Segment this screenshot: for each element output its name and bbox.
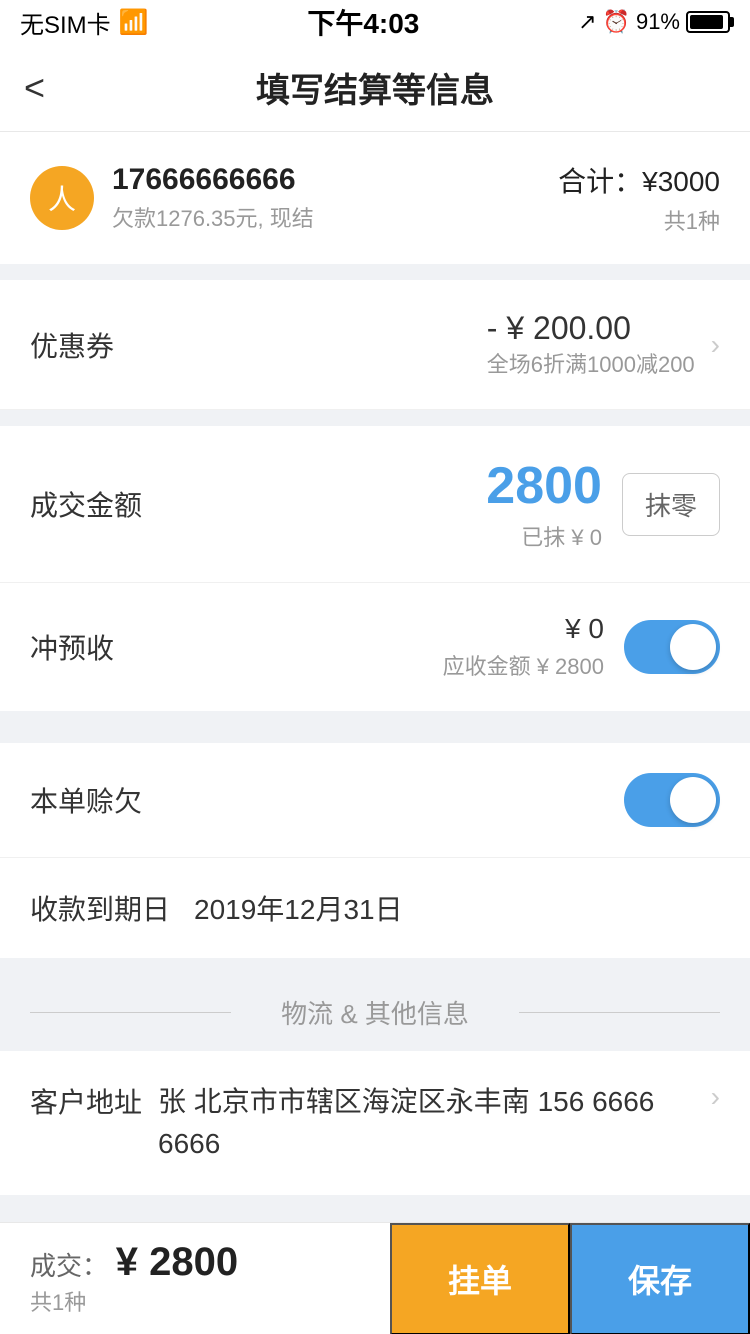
prepay-toggle[interactable] bbox=[624, 620, 720, 674]
duedate-row: 收款到期日 2019年12月31日 bbox=[0, 857, 750, 958]
logistics-line-right bbox=[519, 1012, 720, 1013]
logistics-line-left bbox=[30, 1012, 231, 1013]
wifi-icon: 📶 bbox=[119, 8, 149, 37]
total-amount: 合计：¥3000 bbox=[558, 160, 720, 200]
customer-phone: 17666666666 bbox=[112, 163, 314, 197]
page-title: 填写结算等信息 bbox=[256, 63, 494, 112]
deal-amount-row: 成交金额 2800 已抹 ¥ 0 抹零 bbox=[0, 426, 750, 582]
bottom-bar: 成交： ¥ 2800 共1种 挂单 保存 bbox=[0, 1222, 750, 1334]
duedate-value: 2019年12月31日 bbox=[194, 888, 403, 928]
coupon-amount: - ¥ 200.00 bbox=[487, 310, 695, 347]
customer-right: 合计：¥3000 共1种 bbox=[558, 160, 720, 236]
status-time: 下午4:03 bbox=[307, 2, 419, 42]
round-zero-button[interactable]: 抹零 bbox=[622, 473, 720, 536]
address-chevron-icon: › bbox=[711, 1081, 720, 1113]
address-row[interactable]: 客户地址 张 北京市市辖区海淀区永丰南 156 6666 6666 › bbox=[0, 1051, 750, 1195]
bottom-deal-amount: ¥ 2800 bbox=[116, 1240, 238, 1284]
deal-amount-sub: 已抹 ¥ 0 bbox=[486, 520, 602, 552]
header: < 填写结算等信息 bbox=[0, 44, 750, 132]
section-divider-1 bbox=[0, 410, 750, 426]
back-button[interactable]: < bbox=[24, 67, 45, 109]
status-right: ↗ ⏰ 91% bbox=[578, 9, 730, 35]
avatar-text: 人 bbox=[48, 178, 76, 218]
customer-note: 欠款1276.35元, 现结 bbox=[112, 201, 314, 233]
save-button[interactable]: 保存 bbox=[570, 1223, 750, 1334]
status-bar: 无SIM卡 📶 下午4:03 ↗ ⏰ 91% bbox=[0, 0, 750, 44]
logistics-label: 物流 & 其他信息 bbox=[281, 994, 469, 1031]
overdue-row: 本单赊欠 bbox=[0, 743, 750, 857]
content: 人 17666666666 欠款1276.35元, 现结 合计：¥3000 共1… bbox=[0, 132, 750, 1315]
prepay-amount: ¥ 0 bbox=[443, 613, 604, 645]
customer-info: 17666666666 欠款1276.35元, 现结 bbox=[112, 163, 314, 233]
overdue-label: 本单赊欠 bbox=[30, 780, 142, 820]
coupon-desc: 全场6折满1000减200 bbox=[487, 347, 695, 379]
alarm-icon: ⏰ bbox=[603, 9, 630, 35]
pending-button[interactable]: 挂单 bbox=[390, 1223, 570, 1334]
coupon-right: - ¥ 200.00 全场6折满1000减200 › bbox=[487, 310, 720, 379]
coupon-row[interactable]: 优惠券 - ¥ 200.00 全场6折满1000减200 › bbox=[0, 280, 750, 410]
bottom-deal-count: 共1种 bbox=[30, 1285, 360, 1317]
bottom-left: 成交： ¥ 2800 共1种 bbox=[0, 1240, 390, 1317]
logistics-divider: 物流 & 其他信息 bbox=[0, 974, 750, 1051]
battery-percent: 91% bbox=[636, 9, 680, 35]
prepay-right: ¥ 0 应收金额 ¥ 2800 bbox=[443, 613, 720, 681]
overdue-toggle[interactable] bbox=[624, 773, 720, 827]
customer-card: 人 17666666666 欠款1276.35元, 现结 合计：¥3000 共1… bbox=[0, 132, 750, 264]
coupon-chevron-icon: › bbox=[711, 329, 720, 361]
duedate-label: 收款到期日 bbox=[30, 888, 170, 928]
battery-icon bbox=[686, 11, 730, 33]
location-icon: ↗ bbox=[578, 9, 596, 35]
bottom-deal-label: 成交： bbox=[30, 1251, 108, 1281]
total-count: 共1种 bbox=[558, 204, 720, 236]
prepay-sub: 应收金额 ¥ 2800 bbox=[443, 649, 604, 681]
carrier-label: 无SIM卡 bbox=[20, 5, 111, 40]
prepay-amount-block: ¥ 0 应收金额 ¥ 2800 bbox=[443, 613, 604, 681]
toggle-knob bbox=[670, 624, 716, 670]
prepay-label: 冲预收 bbox=[30, 627, 114, 667]
deal-amount-value: 2800 bbox=[486, 456, 602, 516]
address-label: 客户地址 bbox=[30, 1081, 142, 1121]
deal-amount-label: 成交金额 bbox=[30, 484, 142, 524]
customer-left: 人 17666666666 欠款1276.35元, 现结 bbox=[30, 163, 314, 233]
overdue-toggle-knob bbox=[670, 777, 716, 823]
prepay-row: 冲预收 ¥ 0 应收金额 ¥ 2800 bbox=[0, 582, 750, 711]
coupon-label: 优惠券 bbox=[30, 325, 114, 365]
avatar: 人 bbox=[30, 166, 94, 230]
status-left: 无SIM卡 📶 bbox=[20, 5, 149, 40]
section-divider-2 bbox=[0, 711, 750, 727]
address-content: 张 北京市市辖区海淀区永丰南 156 6666 6666 bbox=[158, 1081, 695, 1165]
deal-amount-right: 2800 已抹 ¥ 0 抹零 bbox=[486, 456, 720, 552]
